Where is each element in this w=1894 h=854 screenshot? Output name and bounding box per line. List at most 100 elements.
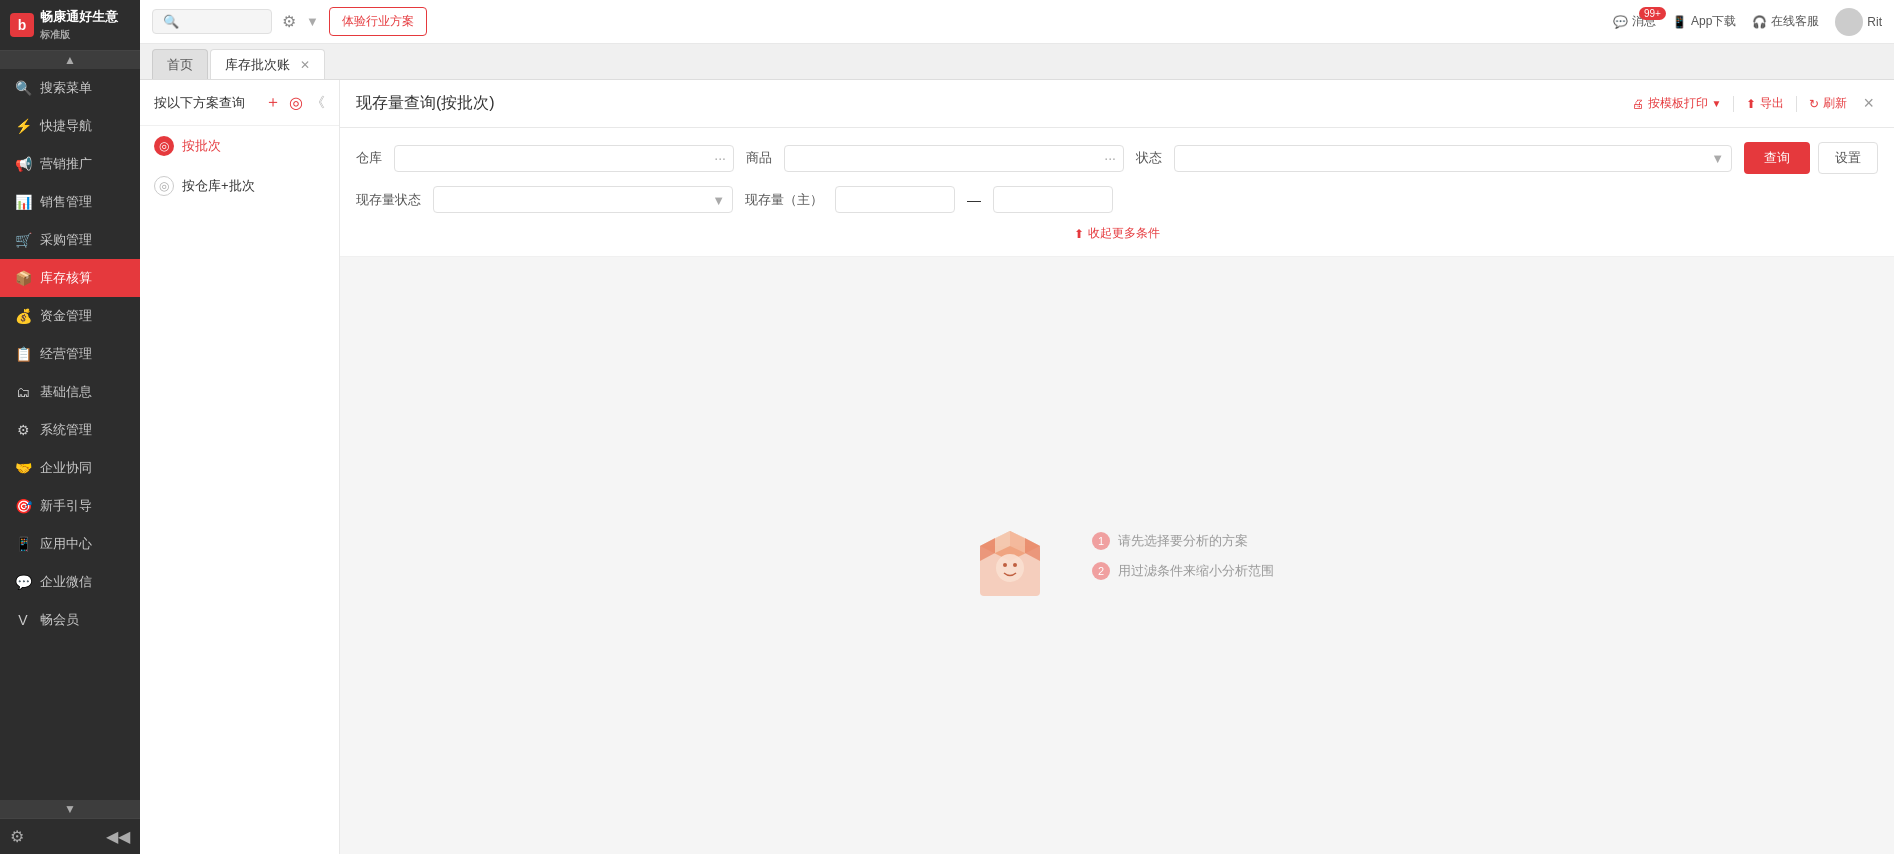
app-center-icon: 📱 — [14, 535, 32, 553]
sidebar-item-operations[interactable]: 📋经营管理 — [0, 335, 140, 373]
empty-text: 1 请先选择要分析的方案 2 用过滤条件来缩小分析范围 — [1092, 532, 1274, 580]
left-panel: 按以下方案查询 ＋ ◎ 《 ◎按批次◎按仓库+批次 — [140, 80, 340, 854]
settings-plan-icon[interactable]: ◎ — [289, 93, 303, 112]
collapse-label: 收起更多条件 — [1088, 225, 1160, 242]
inventory-qty-max[interactable] — [993, 186, 1113, 213]
filter-section: 仓库 ··· 商品 ··· 状态 — [356, 142, 1878, 242]
tab-label-inventory-batch: 库存批次账 — [225, 56, 290, 74]
filter-fields: 仓库 ··· 商品 ··· 状态 — [356, 142, 1878, 242]
status-label: 状态 — [1136, 149, 1162, 167]
messages-item[interactable]: 💬 消息 99+ — [1613, 13, 1656, 30]
topbar-search[interactable]: 🔍 — [152, 9, 272, 34]
sidebar-item-label-sales: 销售管理 — [40, 193, 92, 211]
inventory-status-select[interactable] — [433, 186, 733, 213]
refresh-button[interactable]: ↻ 刷新 — [1809, 95, 1847, 112]
export-button[interactable]: ⬆ 导出 — [1746, 95, 1784, 112]
settings-button[interactable]: 设置 — [1818, 142, 1878, 174]
filter-row-2: 现存量状态 ▼ 现存量（主） — — [356, 186, 1878, 213]
main-area: 🔍 ⚙ ▼ 体验行业方案 💬 消息 99+ 📱 App下载 🎧 在线客服 Rit — [140, 0, 1894, 854]
inventory-qty-min[interactable] — [835, 186, 955, 213]
sidebar-item-member[interactable]: V畅会员 — [0, 601, 140, 639]
sidebar-item-new-guide[interactable]: 🎯新手引导 — [0, 487, 140, 525]
refresh-label: 刷新 — [1823, 95, 1847, 112]
headset-icon: 🎧 — [1752, 15, 1767, 29]
settings-icon[interactable]: ⚙ — [10, 827, 24, 846]
plan-item-by-warehouse-batch[interactable]: ◎按仓库+批次 — [140, 166, 339, 206]
online-service-item[interactable]: 🎧 在线客服 — [1752, 13, 1819, 30]
inventory-status-label: 现存量状态 — [356, 191, 421, 209]
hint-num-1: 1 — [1092, 532, 1110, 550]
left-panel-header-actions: ＋ ◎ 《 — [265, 92, 325, 113]
sidebar-item-label-system: 系统管理 — [40, 421, 92, 439]
collapse-filter-button[interactable]: ⬆ 收起更多条件 — [356, 225, 1878, 242]
sidebar-item-app-center[interactable]: 📱应用中心 — [0, 525, 140, 563]
search-icon: 🔍 — [14, 79, 32, 97]
collapse-sidebar-icon[interactable]: ◀◀ — [106, 827, 130, 846]
inventory-status-select-wrap: ▼ — [433, 186, 733, 213]
print-label: 按模板打印 — [1648, 95, 1708, 112]
tab-close-inventory-batch[interactable]: ✕ — [300, 58, 310, 72]
app-logo: b 畅康通好生意 标准版 — [10, 8, 130, 42]
user-avatar-item[interactable]: Rit — [1835, 8, 1882, 36]
close-page-button[interactable]: × — [1859, 93, 1878, 114]
hint-num-2: 2 — [1092, 562, 1110, 580]
page-header-right: 🖨 按模板打印 ▼ ⬆ 导出 ↻ 刷新 × — [1632, 93, 1878, 114]
search-input[interactable] — [183, 15, 243, 29]
sidebar-scroll-up[interactable]: ▲ — [0, 51, 140, 69]
sidebar-item-inventory[interactable]: 📦库存核算 — [0, 259, 140, 297]
sidebar-scroll-down[interactable]: ▼ — [0, 800, 140, 818]
sidebar-item-finance[interactable]: 💰资金管理 — [0, 297, 140, 335]
collapse-panel-icon[interactable]: 《 — [311, 94, 325, 112]
topbar: 🔍 ⚙ ▼ 体验行业方案 💬 消息 99+ 📱 App下载 🎧 在线客服 Rit — [140, 0, 1894, 44]
right-panel: 现存量查询(按批次) 🖨 按模板打印 ▼ ⬆ 导出 ↻ 刷 — [340, 80, 1894, 854]
sidebar-item-cooperation[interactable]: 🤝企业协同 — [0, 449, 140, 487]
product-more-icon[interactable]: ··· — [1104, 150, 1116, 166]
marketing-icon: 📢 — [14, 155, 32, 173]
tab-home[interactable]: 首页 — [152, 49, 208, 79]
topbar-right: 💬 消息 99+ 📱 App下载 🎧 在线客服 Rit — [1613, 8, 1882, 36]
sidebar-item-system[interactable]: ⚙ 系统管理 — [0, 411, 140, 449]
tab-label-home: 首页 — [167, 56, 193, 74]
sidebar-item-quick-nav[interactable]: ⚡快捷导航 — [0, 107, 140, 145]
status-select[interactable] — [1174, 145, 1732, 172]
query-button[interactable]: 查询 — [1744, 142, 1810, 174]
app-download-item[interactable]: 📱 App下载 — [1672, 13, 1736, 30]
sidebar-item-sales[interactable]: 📊销售管理 — [0, 183, 140, 221]
sidebar-item-enterprise-wechat[interactable]: 💬企业微信 — [0, 563, 140, 601]
online-service-label: 在线客服 — [1771, 13, 1819, 30]
sidebar-item-label-inventory: 库存核算 — [40, 269, 92, 287]
empty-hint-2: 2 用过滤条件来缩小分析范围 — [1092, 562, 1274, 580]
plan-label-by-warehouse-batch: 按仓库+批次 — [182, 177, 255, 195]
messages-badge: 99+ — [1639, 7, 1666, 20]
product-input[interactable] — [784, 145, 1124, 172]
svg-point-7 — [1003, 563, 1007, 567]
print-dropdown-icon[interactable]: ▼ — [1712, 98, 1722, 109]
header-divider-2 — [1796, 96, 1797, 112]
warehouse-input[interactable] — [394, 145, 734, 172]
plan-icon-by-batch: ◎ — [154, 136, 174, 156]
empty-svg — [960, 506, 1060, 606]
hint-text-2: 用过滤条件来缩小分析范围 — [1118, 562, 1274, 580]
experience-industry-button[interactable]: 体验行业方案 — [329, 7, 427, 36]
topbar-dropdown-icon[interactable]: ▼ — [306, 14, 319, 29]
hint-text-1: 请先选择要分析的方案 — [1118, 532, 1248, 550]
app-name: 畅康通好生意 — [40, 8, 118, 26]
filter-row-1: 仓库 ··· 商品 ··· 状态 — [356, 142, 1878, 174]
warehouse-more-icon[interactable]: ··· — [714, 150, 726, 166]
qty-dash: — — [967, 192, 981, 208]
sidebar-item-purchase[interactable]: 🛒采购管理 — [0, 221, 140, 259]
sidebar-item-label-marketing: 营销推广 — [40, 155, 92, 173]
sidebar-item-label-search: 搜索菜单 — [40, 79, 92, 97]
plan-item-by-batch[interactable]: ◎按批次 — [140, 126, 339, 166]
tab-inventory-batch[interactable]: 库存批次账 ✕ — [210, 49, 325, 79]
add-plan-icon[interactable]: ＋ — [265, 92, 281, 113]
sidebar-item-search[interactable]: 🔍 搜索菜单 — [0, 69, 140, 107]
sidebar-item-marketing[interactable]: 📢 营销推广 — [0, 145, 140, 183]
topbar-gear-icon[interactable]: ⚙ — [282, 12, 296, 31]
plan-list: ◎按批次◎按仓库+批次 — [140, 126, 339, 206]
print-button[interactable]: 🖨 按模板打印 ▼ — [1632, 95, 1722, 112]
system-icon: ⚙ — [14, 421, 32, 439]
sidebar-item-basic[interactable]: 🗂基础信息 — [0, 373, 140, 411]
warehouse-input-wrap: ··· — [394, 145, 734, 172]
sidebar-item-label-new-guide: 新手引导 — [40, 497, 92, 515]
